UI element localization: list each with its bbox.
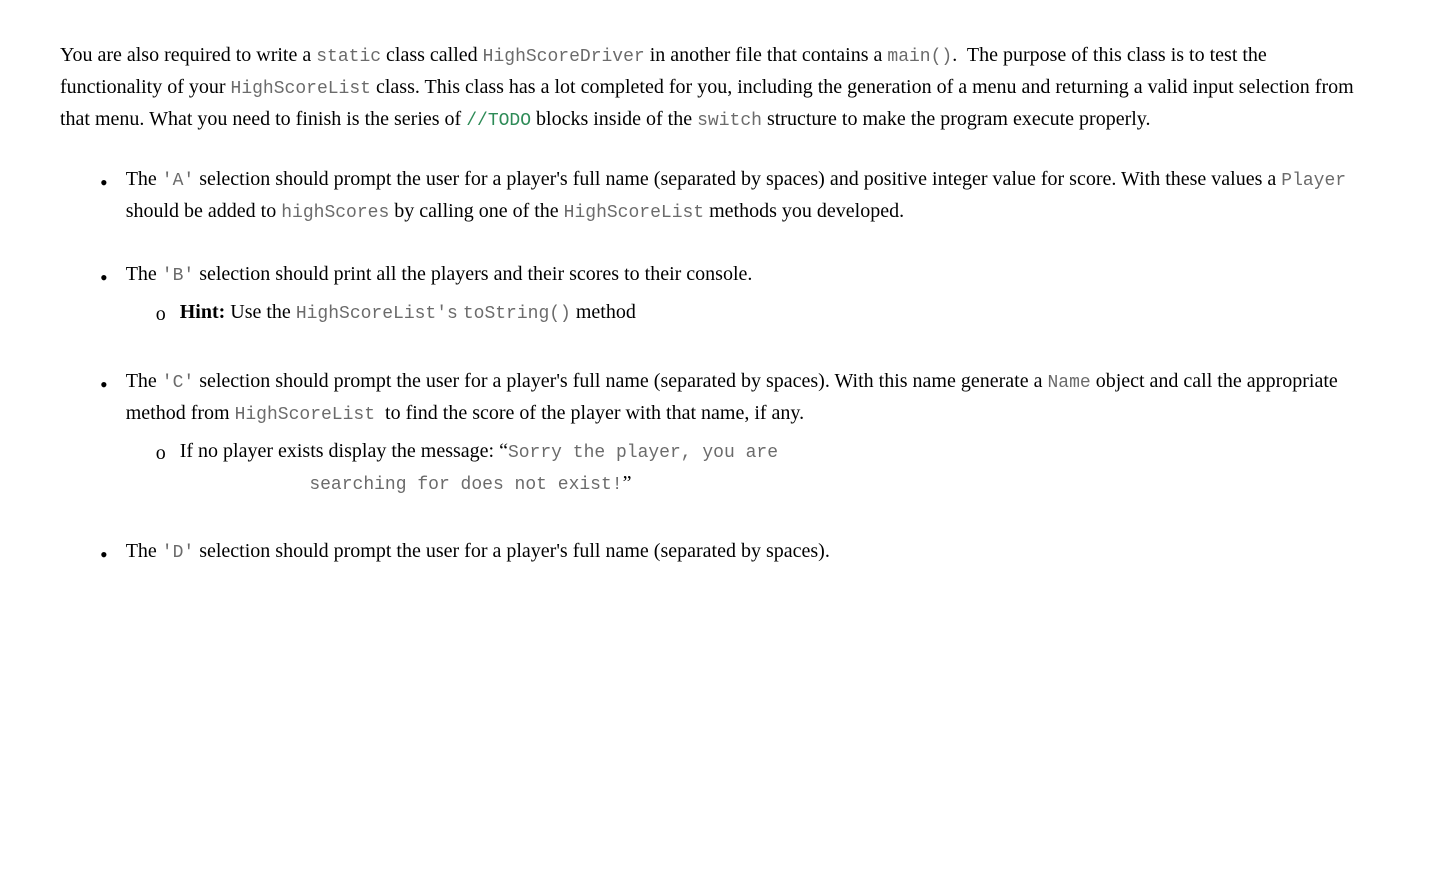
sub-list-c: o If no player exists display the messag… [126, 436, 1370, 500]
bullet-symbol-a: • [100, 166, 108, 200]
highscoredriver-class: HighScoreDriver [483, 47, 645, 67]
a-selection-code: 'A' [162, 171, 194, 191]
d-selection-code: 'D' [162, 543, 194, 563]
list-item-d: • The 'D' selection should prompt the us… [100, 536, 1370, 572]
sub-item-b1-text: Hint: Use the HighScoreList's toString()… [180, 297, 636, 329]
list-item-a-text: The 'A' selection should prompt the user… [126, 168, 1346, 222]
name-class: Name [1047, 373, 1090, 393]
bullet-symbol-b: • [100, 261, 108, 295]
sub-item-b1: o Hint: Use the HighScoreList's toString… [156, 297, 1370, 330]
bullet-symbol-d: • [100, 538, 108, 572]
list-item-a: • The 'A' selection should prompt the us… [100, 164, 1370, 228]
highscorelist-ref2: HighScoreList [564, 203, 704, 223]
static-keyword: static [316, 47, 381, 67]
highscores-var: highScores [281, 203, 389, 223]
switch-keyword: switch [697, 111, 762, 131]
sub-item-c1-text: If no player exists display the message:… [180, 436, 778, 500]
bullet-symbol-c: • [100, 368, 108, 402]
intro-paragraph: You are also required to write a static … [60, 40, 1370, 136]
sub-list-b: o Hint: Use the HighScoreList's toString… [126, 297, 1370, 330]
todo-comment: //TODO [466, 111, 531, 131]
highscorelist-ref3: HighScoreList [235, 405, 375, 425]
sub-item-c1: o If no player exists display the messag… [156, 436, 1370, 500]
highscorelist-ref1: HighScoreList [231, 79, 371, 99]
hint-label: Hint: [180, 301, 226, 323]
list-item-d-text: The 'D' selection should prompt the user… [126, 540, 830, 562]
sub-bullet-b1: o [156, 299, 166, 330]
list-item-b: • The 'B' selection should print all the… [100, 259, 1370, 334]
list-item-c: • The 'C' selection should prompt the us… [100, 366, 1370, 504]
list-item-c-text: The 'C' selection should prompt the user… [126, 370, 1338, 424]
list-item-b-content: The 'B' selection should print all the p… [126, 259, 1370, 334]
list-item-a-content: The 'A' selection should prompt the user… [126, 164, 1370, 228]
sorry-message-line1: Sorry the player, you are searching for … [180, 443, 778, 495]
tostring-method: toString() [463, 304, 571, 324]
list-item-c-content: The 'C' selection should prompt the user… [126, 366, 1370, 504]
highscorelist-tostring-ref: HighScoreList's [296, 304, 458, 324]
c-selection-code: 'C' [162, 373, 194, 393]
player-class: Player [1281, 171, 1346, 191]
list-item-d-content: The 'D' selection should prompt the user… [126, 536, 1370, 568]
requirements-list: • The 'A' selection should prompt the us… [60, 164, 1370, 572]
sub-bullet-c1: o [156, 438, 166, 469]
list-item-b-text: The 'B' selection should print all the p… [126, 263, 753, 285]
b-selection-code: 'B' [162, 266, 194, 286]
main-method: main() [887, 47, 952, 67]
